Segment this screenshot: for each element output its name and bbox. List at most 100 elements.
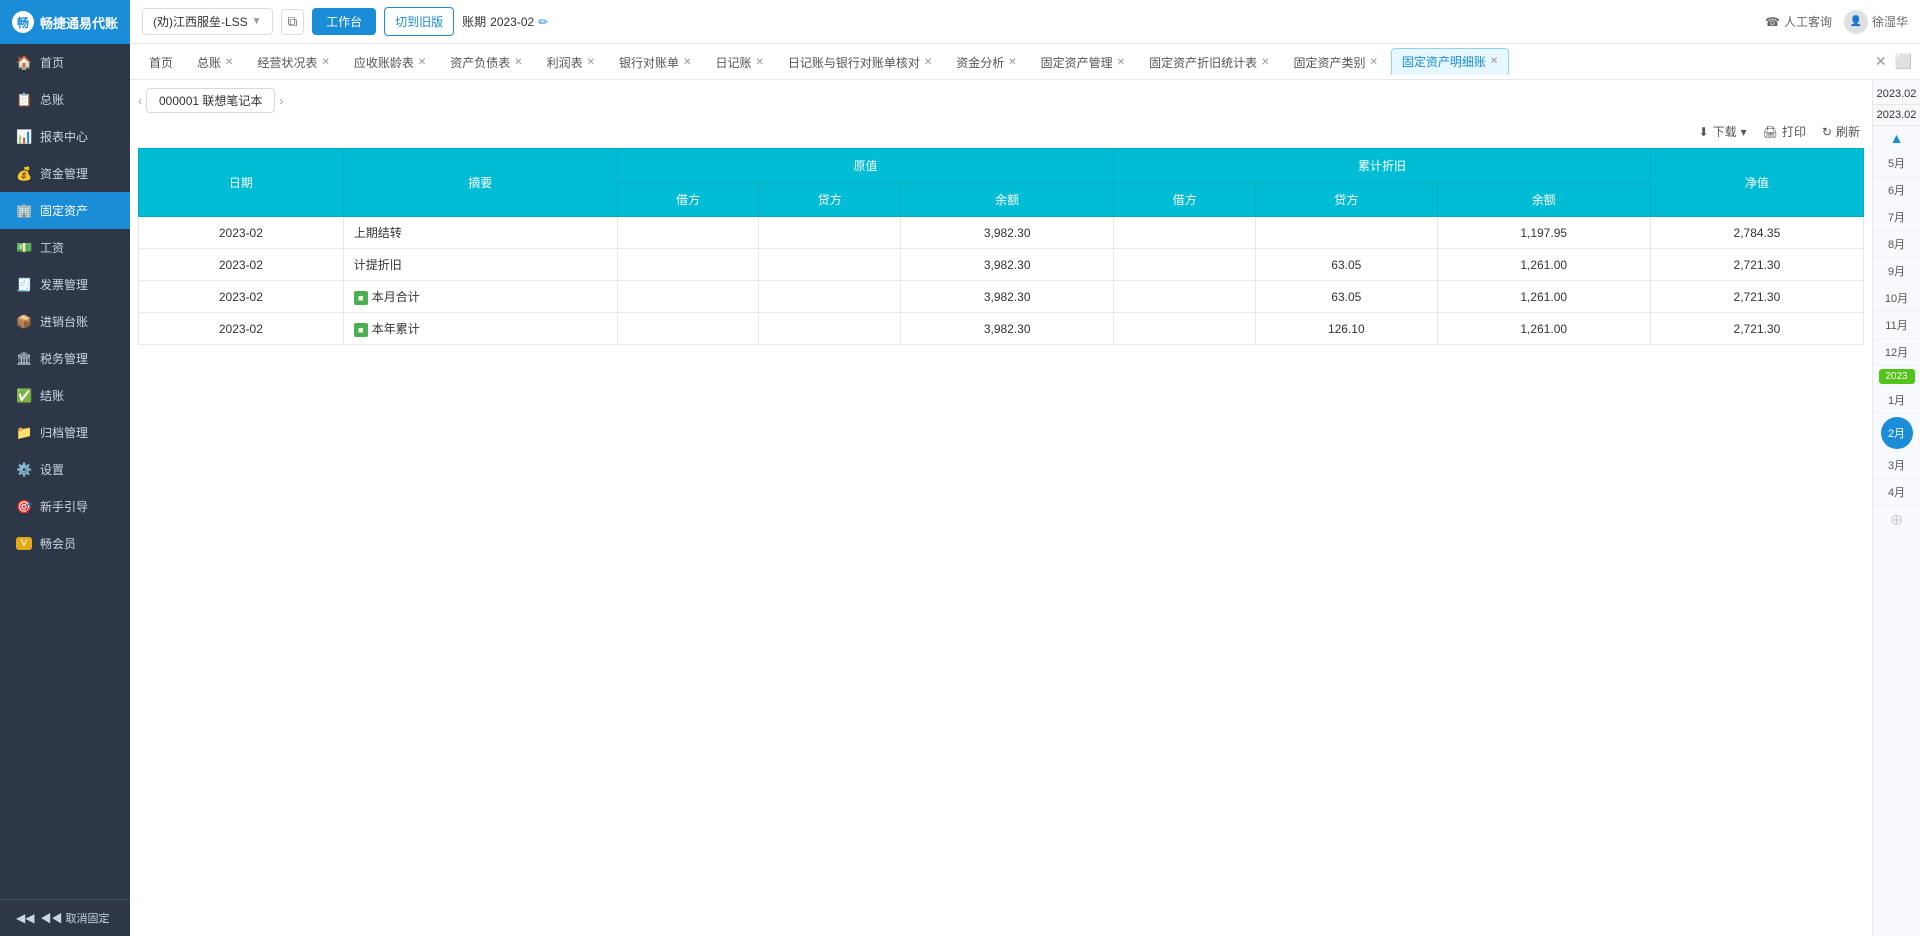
breadcrumb-asset[interactable]: 000001 联想笔记本: [146, 88, 275, 113]
sidebar-item-fixed-assets[interactable]: 🏢 固定资产: [0, 192, 130, 229]
tabbar: 首页 总账 ✕ 经营状况表 ✕ 应收账龄表 ✕ 资产负债表 ✕ 利润表 ✕ 银行…: [130, 44, 1920, 80]
sidebar-item-guide[interactable]: 🎯 新手引导: [0, 488, 130, 525]
tab-profit[interactable]: 利润表 ✕: [536, 49, 606, 75]
cell-desc: ■本月合计: [343, 281, 617, 313]
right-panel-scroll-up-btn[interactable]: ▲: [1886, 126, 1908, 150]
col-desc: 摘要: [343, 149, 617, 217]
tab-close-icon[interactable]: ✕: [225, 57, 233, 68]
tab-close-icon[interactable]: ✕: [514, 57, 522, 68]
download-icon: ⬇: [1699, 125, 1709, 139]
tab-close-icon[interactable]: ✕: [587, 57, 595, 68]
sidebar-item-settings[interactable]: ⚙️ 设置: [0, 451, 130, 488]
archive-icon: 📁: [16, 425, 32, 441]
sidebar-collapse-btn[interactable]: ◀◀ ◀◀ 取消固定: [0, 899, 130, 936]
sidebar-item-vip[interactable]: V 畅会员: [0, 525, 130, 562]
tab-close-icon[interactable]: ✕: [321, 57, 329, 68]
right-panel-month-3[interactable]: 3月: [1873, 452, 1920, 479]
sidebar-item-funds[interactable]: 💰 资金管理: [0, 155, 130, 192]
right-panel-month-9[interactable]: 9月: [1873, 258, 1920, 285]
tab-label: 利润表: [547, 54, 583, 71]
right-panel-month-12[interactable]: 12月: [1873, 339, 1920, 366]
breadcrumb-back-btn[interactable]: ‹: [138, 94, 142, 108]
close-all-tabs-btn[interactable]: ✕: [1875, 53, 1887, 70]
sidebar-item-reports[interactable]: 📊 报表中心: [0, 118, 130, 155]
copy-company-btn[interactable]: ⧉: [281, 9, 305, 35]
sidebar-item-archive[interactable]: 📁 归档管理: [0, 414, 130, 451]
service-btn[interactable]: ☎ 人工客询: [1765, 13, 1832, 30]
tab-asset-category[interactable]: 固定资产类别 ✕: [1282, 49, 1388, 75]
ledger-icon: 📋: [16, 92, 32, 108]
username: 徐湿华: [1872, 13, 1908, 30]
tab-label: 固定资产类别: [1293, 54, 1365, 71]
service-label: 人工客询: [1784, 13, 1832, 30]
period-edit-icon[interactable]: ✏: [538, 15, 548, 29]
sidebar-item-label: 发票管理: [40, 276, 88, 293]
col-orig-credit: 贷方: [759, 183, 901, 217]
year-badge-2023[interactable]: 2023: [1879, 369, 1915, 384]
switch-version-btn[interactable]: 切到旧版: [384, 7, 454, 36]
sidebar-item-tax[interactable]: 🏛 税务管理: [0, 340, 130, 377]
tab-close-icon[interactable]: ✕: [418, 57, 426, 68]
col-date: 日期: [139, 149, 344, 217]
tab-depreciation-stats[interactable]: 固定资产折旧统计表 ✕: [1138, 49, 1280, 75]
right-panel-month-7[interactable]: 7月: [1873, 204, 1920, 231]
right-panel-month-1[interactable]: 1月: [1873, 387, 1920, 414]
sidebar-item-label: 新手引导: [40, 498, 88, 515]
tab-bank[interactable]: 银行对账单 ✕: [608, 49, 702, 75]
sidebar-item-ledger[interactable]: 📋 总账: [0, 81, 130, 118]
tab-close-icon[interactable]: ✕: [1008, 57, 1016, 68]
tab-close-icon[interactable]: ✕: [1370, 57, 1378, 68]
right-panel-more-btn[interactable]: ⊕: [1886, 506, 1907, 534]
cell-orig-debit: [617, 249, 759, 281]
right-panel-month-5[interactable]: 5月: [1873, 150, 1920, 177]
tab-close-icon[interactable]: ✕: [1261, 57, 1269, 68]
tab-home[interactable]: 首页: [138, 49, 184, 75]
sidebar-item-home[interactable]: 🏠 首页: [0, 44, 130, 81]
cell-orig-debit: [617, 313, 759, 345]
table-row: 2023-02 计提折旧 3,982.30 63.05 1,261.00 2,7…: [139, 249, 1864, 281]
refresh-btn[interactable]: ↻ 刷新: [1818, 121, 1864, 142]
download-btn[interactable]: ⬇ 下载 ▾: [1695, 121, 1751, 142]
tab-close-icon[interactable]: ✕: [755, 57, 763, 68]
sidebar-item-label: 报表中心: [40, 128, 88, 145]
sidebar-item-invoice[interactable]: 🧾 发票管理: [0, 266, 130, 303]
tab-balance-sheet[interactable]: 资产负债表 ✕: [439, 49, 533, 75]
cell-acc-balance: 1,197.95: [1437, 217, 1650, 249]
company-selector[interactable]: (劝)江西服垒-LSS ▼: [142, 8, 273, 35]
print-btn[interactable]: 🖨 打印: [1759, 121, 1810, 142]
sidebar-item-salary[interactable]: 💵 工资: [0, 229, 130, 266]
cell-acc-debit: [1114, 281, 1256, 313]
tab-reconcile[interactable]: 日记账与银行对账单核对 ✕: [777, 49, 943, 75]
sidebar-item-close-account[interactable]: ✅ 结账: [0, 377, 130, 414]
sidebar-item-label: 进销台账: [40, 313, 88, 330]
tab-ledger[interactable]: 总账 ✕: [186, 49, 244, 75]
col-original-value: 原值: [617, 149, 1114, 183]
cell-orig-balance: 3,982.30: [901, 217, 1114, 249]
tab-journal[interactable]: 日记账 ✕: [704, 49, 774, 75]
salary-icon: 💵: [16, 240, 32, 256]
right-panel-month-11[interactable]: 11月: [1873, 312, 1920, 339]
tab-close-icon[interactable]: ✕: [1490, 56, 1498, 67]
right-panel-month-8[interactable]: 8月: [1873, 231, 1920, 258]
tab-fixed-assets-mgmt[interactable]: 固定资产管理 ✕: [1030, 49, 1136, 75]
workspace-btn[interactable]: 工作台: [312, 8, 376, 35]
right-panel-month-6[interactable]: 6月: [1873, 177, 1920, 204]
tab-business[interactable]: 经营状况表 ✕: [246, 49, 340, 75]
right-panel-month-2-active[interactable]: 2月: [1881, 417, 1913, 449]
sidebar-item-purchases[interactable]: 📦 进销台账: [0, 303, 130, 340]
tab-close-icon[interactable]: ✕: [683, 57, 691, 68]
expand-tabs-btn[interactable]: ⬜: [1895, 53, 1912, 70]
tab-receivable[interactable]: 应收账龄表 ✕: [343, 49, 437, 75]
right-panel-month-4[interactable]: 4月: [1873, 479, 1920, 506]
tab-asset-detail[interactable]: 固定资产明细账 ✕: [1391, 48, 1509, 75]
sidebar: 畅 畅捷通易代账 🏠 首页 📋 总账 📊 报表中心 💰 资金管理 🏢 固定资产 …: [0, 0, 130, 936]
user-menu[interactable]: 👤 徐湿华: [1844, 10, 1908, 34]
right-panel-month-10[interactable]: 10月: [1873, 285, 1920, 312]
service-icon: ☎: [1765, 15, 1780, 29]
breadcrumb-forward-btn[interactable]: ›: [279, 94, 283, 108]
cell-acc-credit: 126.10: [1255, 313, 1437, 345]
tab-close-icon[interactable]: ✕: [1117, 57, 1125, 68]
tab-fund-analysis[interactable]: 资金分析 ✕: [945, 49, 1027, 75]
tab-close-icon[interactable]: ✕: [924, 57, 932, 68]
cell-net-value: 2,721.30: [1650, 281, 1863, 313]
